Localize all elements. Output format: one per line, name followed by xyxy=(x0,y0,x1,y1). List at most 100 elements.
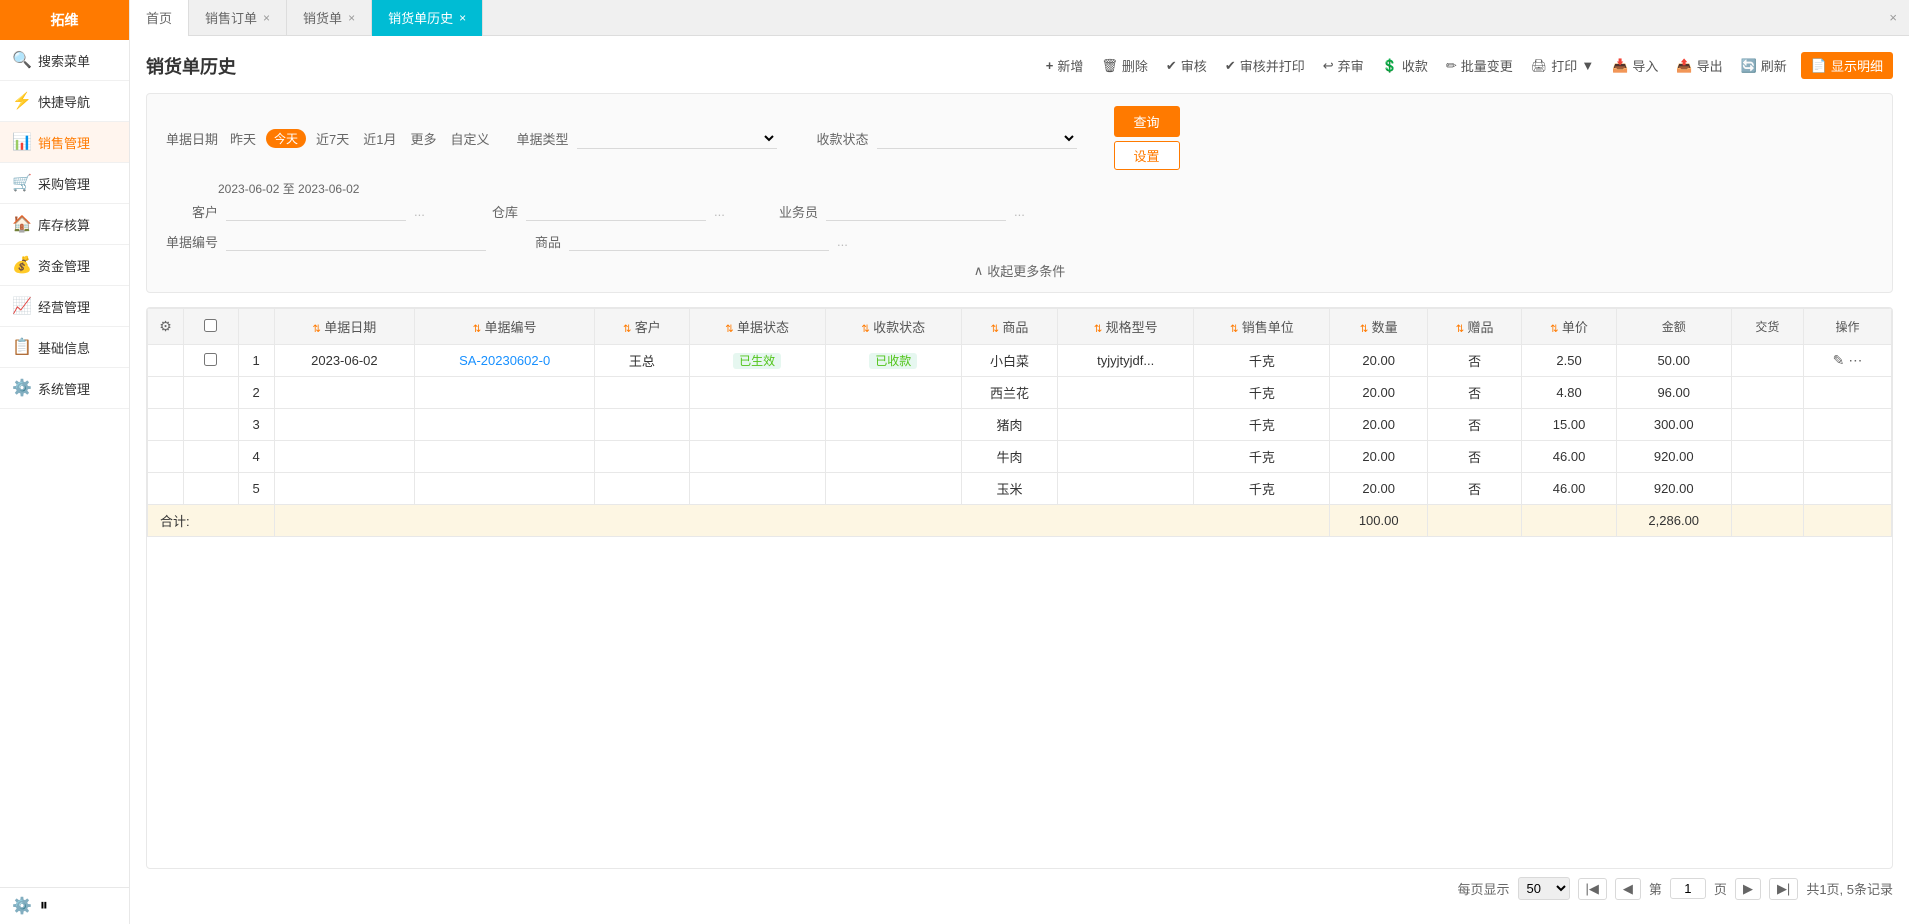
filter-row-3: 单据编号 商品 ... xyxy=(163,231,1876,251)
date-btn-yesterday[interactable]: 昨天 xyxy=(226,128,260,149)
tab-home[interactable]: 首页 xyxy=(130,0,189,36)
th-doc-date[interactable]: ⇅ 单据日期 xyxy=(274,309,415,345)
th-spec[interactable]: ⇅ 规格型号 xyxy=(1058,309,1194,345)
date-btn-more[interactable]: 更多 xyxy=(407,128,441,149)
goods-dots[interactable]: ... xyxy=(837,234,848,249)
batch-change-button[interactable]: ✏ 批量变更 xyxy=(1442,54,1517,77)
first-page-button[interactable]: |◀ xyxy=(1578,878,1607,900)
last-page-button[interactable]: ▶| xyxy=(1769,878,1798,900)
main-area: 首页 销售订单 × 销货单 × 销货单历史 × × 销货单历史 + 新增 xyxy=(130,0,1909,924)
batch-change-icon: ✏ xyxy=(1446,58,1457,74)
select-all-checkbox[interactable] xyxy=(204,319,217,332)
date-btn-today[interactable]: 今天 xyxy=(266,129,306,148)
goods-input[interactable] xyxy=(569,231,829,251)
goods-label: 商品 xyxy=(506,232,561,251)
cell-rowno: 1 xyxy=(238,345,274,377)
th-doc-status[interactable]: ⇅ 单据状态 xyxy=(689,309,825,345)
docno-input[interactable] xyxy=(226,231,486,251)
payment-label: 收款状态 xyxy=(814,129,869,148)
customer-dots[interactable]: ... xyxy=(414,204,425,219)
column-settings-icon[interactable]: ⚙ xyxy=(159,318,172,334)
cell-paymentstatus xyxy=(825,409,961,441)
salesperson-input[interactable] xyxy=(826,201,1006,221)
cell-docdate xyxy=(274,473,415,505)
tab-sales-goods[interactable]: 销货单 × xyxy=(287,0,372,36)
th-customer[interactable]: ⇅ 客户 xyxy=(595,309,689,345)
customer-input[interactable] xyxy=(226,201,406,221)
current-page-input[interactable] xyxy=(1670,878,1706,899)
summary-gift-empty xyxy=(1428,505,1522,537)
sort-icon-docdate: ⇅ xyxy=(313,324,321,335)
table-body: 12023-06-02SA-20230602-0王总已生效已收款小白菜tyjyj… xyxy=(148,345,1892,505)
warehouse-dots[interactable]: ... xyxy=(714,204,725,219)
doctype-select[interactable] xyxy=(577,127,777,149)
th-price[interactable]: ⇅ 单价 xyxy=(1522,309,1616,345)
filter-row-1: 单据日期 昨天 今天 近7天 近1月 更多 自定义 单据类型 xyxy=(163,106,1876,170)
sidebar-item-search-menu[interactable]: 🔍 搜索菜单 xyxy=(0,40,129,81)
th-goods[interactable]: ⇅ 商品 xyxy=(961,309,1057,345)
payment-select[interactable] xyxy=(877,127,1077,149)
date-btn-custom[interactable]: 自定义 xyxy=(447,128,494,149)
warehouse-input[interactable] xyxy=(526,201,706,221)
row-checkbox[interactable] xyxy=(204,353,217,366)
cell-goods: 西兰花 xyxy=(961,377,1057,409)
more-op-btn[interactable]: ⋯ xyxy=(1846,352,1864,368)
collect-button[interactable]: 💲 收款 xyxy=(1378,54,1432,77)
sidebar-item-finance[interactable]: 💰 资金管理 xyxy=(0,245,129,286)
print-icon: 🖨 xyxy=(1531,58,1548,74)
th-gift[interactable]: ⇅ 赠品 xyxy=(1428,309,1522,345)
th-doc-no[interactable]: ⇅ 单据编号 xyxy=(415,309,595,345)
sidebar-item-sys-mgmt[interactable]: ⚙️ 系统管理 xyxy=(0,368,129,409)
delete-button[interactable]: 🗑 删除 xyxy=(1097,54,1152,77)
tab-sales-order-close[interactable]: × xyxy=(263,11,270,25)
tab-sales-goods-close[interactable]: × xyxy=(348,11,355,25)
page-size-select[interactable]: 50 100 200 xyxy=(1518,877,1570,900)
tab-sales-order[interactable]: 销售订单 × xyxy=(189,0,287,36)
edit-op-btn[interactable]: ✎ xyxy=(1831,352,1847,368)
sidebar-item-ops-mgmt[interactable]: 📈 经营管理 xyxy=(0,286,129,327)
audit-button[interactable]: ✔ 审核 xyxy=(1162,54,1211,77)
th-payment-status[interactable]: ⇅ 收款状态 xyxy=(825,309,961,345)
sidebar-item-basic-info[interactable]: 📋 基础信息 xyxy=(0,327,129,368)
sidebar-item-inventory[interactable]: 🏠 库存核算 xyxy=(0,204,129,245)
print-button[interactable]: 🖨 打印 ▼ xyxy=(1527,54,1598,77)
export-button[interactable]: 📤 导出 xyxy=(1672,54,1726,77)
cell-ops xyxy=(1804,441,1892,473)
sort-icon-goods: ⇅ xyxy=(991,324,999,335)
sidebar-item-sales-mgmt[interactable]: 📊 销售管理 xyxy=(0,122,129,163)
cell-customer xyxy=(595,377,689,409)
query-button[interactable]: 查询 xyxy=(1114,106,1180,137)
import-button[interactable]: 📥 导入 xyxy=(1608,54,1662,77)
pause-icon[interactable]: ⏸ xyxy=(40,897,48,915)
cell-gift: 否 xyxy=(1428,345,1522,377)
cell-docdate xyxy=(274,409,415,441)
tab-bar-close-btn[interactable]: × xyxy=(1877,10,1909,25)
cell-spec xyxy=(1058,441,1194,473)
salesperson-dots[interactable]: ... xyxy=(1014,204,1025,219)
cell-docno: SA-20230602-0 xyxy=(415,345,595,377)
sidebar-item-quick-nav[interactable]: ⚡ 快捷导航 xyxy=(0,81,129,122)
cell-docdate xyxy=(274,441,415,473)
date-btn-1month[interactable]: 近1月 xyxy=(359,128,400,149)
tab-sales-history[interactable]: 销货单历史 × xyxy=(372,0,483,36)
doc-no-link[interactable]: SA-20230602-0 xyxy=(459,353,550,368)
refresh-button[interactable]: 🔄 刷新 xyxy=(1737,54,1791,77)
th-unit[interactable]: ⇅ 销售单位 xyxy=(1194,309,1330,345)
abandon-button[interactable]: ↩ 弃审 xyxy=(1319,54,1368,77)
cell-transaction xyxy=(1731,377,1803,409)
show-detail-button[interactable]: 📄 显示明细 xyxy=(1801,52,1893,79)
tab-sales-history-close[interactable]: × xyxy=(459,11,466,25)
sidebar-item-purchase-mgmt[interactable]: 🛒 采购管理 xyxy=(0,163,129,204)
table-header: ⚙ ⇅ 单据日期 ⇅ 单据编号 xyxy=(148,309,1892,345)
new-icon: + xyxy=(1046,58,1054,73)
collapse-button[interactable]: ∧ 收起更多条件 xyxy=(163,261,1876,280)
cell-checkbox xyxy=(184,441,239,473)
new-button[interactable]: + 新增 xyxy=(1042,54,1088,77)
date-btn-7days[interactable]: 近7天 xyxy=(312,128,353,149)
settings-bottom-icon[interactable]: ⚙️ xyxy=(12,896,32,916)
prev-page-button[interactable]: ◀ xyxy=(1615,878,1641,900)
audit-print-button[interactable]: ✔ 审核并打印 xyxy=(1221,54,1309,77)
th-qty[interactable]: ⇅ 数量 xyxy=(1330,309,1428,345)
set-button[interactable]: 设置 xyxy=(1114,141,1180,170)
next-page-button[interactable]: ▶ xyxy=(1735,878,1761,900)
